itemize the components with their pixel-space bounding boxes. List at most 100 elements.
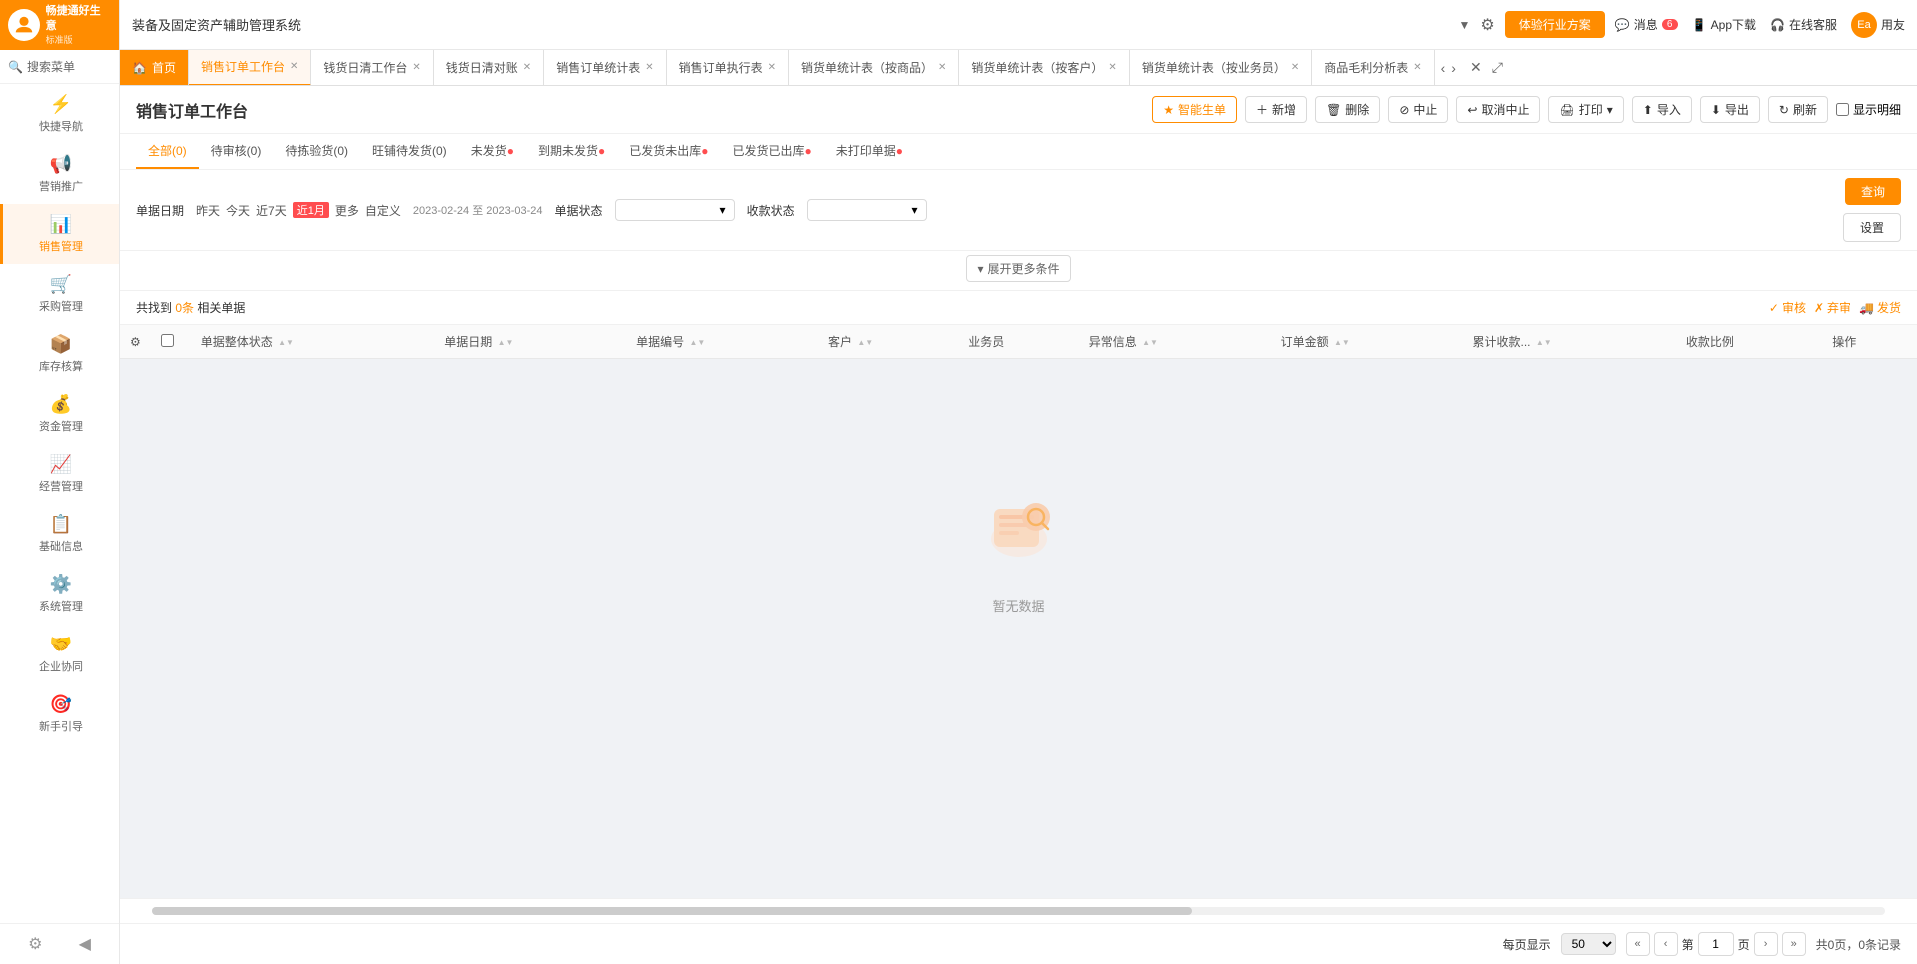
app-download-item[interactable]: 📱 App下载 [1692,16,1756,33]
refresh-btn[interactable]: ↻ 刷新 [1768,96,1828,123]
show-detail-checkbox[interactable] [1836,103,1849,116]
horizontal-scrollbar[interactable] [120,898,1917,923]
th-checkbox[interactable] [151,325,191,359]
sidebar-item-inventory[interactable]: 📦 库存核算 [0,324,119,384]
user-item[interactable]: Ea 用友 [1851,12,1905,38]
settings-gear-icon[interactable]: ⚙ [1480,15,1494,35]
th-exception[interactable]: 异常信息 ▲▼ [1079,325,1271,359]
th-customer[interactable]: 客户 ▲▼ [818,325,958,359]
online-service-item[interactable]: 🎧 在线客服 [1770,16,1837,33]
date-opt-1month[interactable]: 近1月 [293,202,329,218]
th-order-amount[interactable]: 订单金额 ▲▼ [1271,325,1463,359]
filter-tab-shipped-not-out[interactable]: 已发货未出库● [617,134,720,169]
sidebar-collapse-icon[interactable]: ◀ [79,934,91,954]
select-all-checkbox[interactable] [161,334,174,347]
accumulated-payment-sort-icon[interactable]: ▲▼ [1536,339,1552,347]
tab-home[interactable]: 🏠 首页 [120,50,189,86]
filter-tab-expired-not-shipped[interactable]: 到期未发货● [526,134,617,169]
pagination-prev-btn[interactable]: ‹ [1654,932,1678,956]
expand-conditions-btn[interactable]: ▾ 展开更多条件 [966,255,1070,282]
industry-btn[interactable]: 体验行业方案 [1505,11,1605,38]
settings-btn[interactable]: 设置 [1843,213,1901,242]
tab-sales-summary-customer-close[interactable]: ✕ [1108,62,1116,73]
delete-btn[interactable]: 🗑 删除 [1315,96,1380,123]
review-btn[interactable]: ✓ 审核 [1769,299,1806,316]
sidebar-item-sales[interactable]: 📊 销售管理 [0,204,119,264]
tab-cash-daily-close[interactable]: ✕ [412,62,420,73]
sidebar-item-ops[interactable]: 📈 经营管理 [0,444,119,504]
bill-status-select[interactable]: ▾ [615,199,735,221]
pagination-last-btn[interactable]: » [1782,932,1806,956]
th-bill-date[interactable]: 单据日期 ▲▼ [434,325,626,359]
filter-tab-not-shipped[interactable]: 未发货● [459,134,526,169]
tab-cash-reconcile[interactable]: 钱货日清对账 ✕ [434,50,544,86]
query-btn[interactable]: 查询 [1845,178,1901,205]
cancel-review-btn[interactable]: ✗ 弃审 [1814,299,1851,316]
show-detail-checkbox-label[interactable]: 显示明细 [1836,101,1901,118]
filter-tab-not-printed[interactable]: 未打印单据● [824,134,915,169]
exception-sort-icon[interactable]: ▲▼ [1142,339,1158,347]
sidebar-item-promo[interactable]: 📢 营销推广 [0,144,119,204]
tab-sales-workbench[interactable]: 销售订单工作台 ✕ [189,50,311,86]
bill-number-sort-icon[interactable]: ▲▼ [690,339,706,347]
th-accumulated-payment[interactable]: 累计收款... ▲▼ [1463,325,1676,359]
filter-tab-all[interactable]: 全部(0) [136,134,199,169]
tab-maximize-btn[interactable]: ⤢ [1488,57,1507,78]
bill-status-sort-icon[interactable]: ▲▼ [278,339,294,347]
date-opt-today[interactable]: 今天 [226,202,250,219]
order-amount-sort-icon[interactable]: ▲▼ [1334,339,1350,347]
tab-margin-analysis[interactable]: 商品毛利分析表 ✕ [1312,50,1434,86]
message-item[interactable]: 💬 消息 6 [1615,16,1678,33]
tab-sales-stats-close[interactable]: ✕ [645,62,653,73]
payment-status-select[interactable]: ▾ [807,199,927,221]
tab-sales-exec-close[interactable]: ✕ [768,62,776,73]
sidebar-search[interactable]: 🔍 搜索菜单 [0,50,119,84]
filter-tab-shipped-out[interactable]: 已发货已出库● [720,134,823,169]
th-bill-status[interactable]: 单据整体状态 ▲▼ [191,325,435,359]
tab-sales-summary-customer[interactable]: 销货单统计表（按客户） ✕ [959,50,1129,86]
import-btn[interactable]: ⬆ 导入 [1632,96,1692,123]
sidebar-item-system[interactable]: ⚙️ 系统管理 [0,564,119,624]
column-settings-icon[interactable]: ⚙ [130,335,141,349]
date-opt-custom[interactable]: 自定义 [365,202,401,219]
sidebar-item-guide[interactable]: 🎯 新手引导 [0,684,119,744]
pagination-next-btn[interactable]: › [1754,932,1778,956]
tab-sales-exec[interactable]: 销售订单执行表 ✕ [667,50,789,86]
tab-sales-workbench-close[interactable]: ✕ [290,61,298,72]
sidebar-settings-icon[interactable]: ⚙ [28,934,42,954]
export-btn[interactable]: ⬇ 导出 [1700,96,1760,123]
sidebar-item-finance[interactable]: 💰 资金管理 [0,384,119,444]
print-btn[interactable]: 🖨 打印 ▾ [1548,96,1623,123]
bill-date-sort-icon[interactable]: ▲▼ [498,339,514,347]
system-dropdown[interactable]: ▼ [1458,18,1470,32]
tabbar-next-arrow[interactable]: › [1449,58,1458,78]
filter-tab-pending-inspect[interactable]: 待拣验货(0) [273,134,360,169]
tab-sales-summary-staff[interactable]: 销货单统计表（按业务员） ✕ [1130,50,1312,86]
table-scroll-area[interactable]: ⚙ 单据整体状态 ▲▼ 单据日期 ▲▼ [120,325,1917,898]
smart-order-btn[interactable]: ★ 智能生单 [1152,96,1237,123]
tab-close-all-btn[interactable]: ✕ [1466,57,1486,78]
ship-btn[interactable]: 🚚 发货 [1859,299,1901,316]
tab-sales-summary-product[interactable]: 销货单统计表（按商品） ✕ [789,50,959,86]
filter-tab-wangpu-pending[interactable]: 旺铺待发货(0) [360,134,459,169]
tab-cash-daily[interactable]: 钱货日清工作台 ✕ [311,50,433,86]
th-salesperson[interactable]: 业务员 [958,325,1078,359]
th-gear[interactable]: ⚙ [120,325,151,359]
pagination-first-btn[interactable]: « [1626,932,1650,956]
th-bill-number[interactable]: 单据编号 ▲▼ [626,325,818,359]
tab-margin-analysis-close[interactable]: ✕ [1413,62,1421,73]
add-btn[interactable]: ＋ 新增 [1245,96,1307,123]
tab-sales-summary-staff-close[interactable]: ✕ [1291,62,1299,73]
sidebar-item-corp[interactable]: 🤝 企业协同 [0,624,119,684]
cancel-stop-btn[interactable]: ↩ 取消中止 [1456,96,1540,123]
th-payment-ratio[interactable]: 收款比例 [1676,325,1822,359]
sidebar-item-basic[interactable]: 📋 基础信息 [0,504,119,564]
customer-sort-icon[interactable]: ▲▼ [857,339,873,347]
per-page-select[interactable]: 50 20 100 [1561,933,1616,955]
page-number-input[interactable] [1698,932,1734,956]
tab-sales-summary-product-close[interactable]: ✕ [938,62,946,73]
stop-btn[interactable]: ⊘ 中止 [1388,96,1448,123]
tabbar-prev-arrow[interactable]: ‹ [1439,58,1448,78]
tab-cash-reconcile-close[interactable]: ✕ [523,62,531,73]
filter-tab-pending-review[interactable]: 待审核(0) [199,134,274,169]
